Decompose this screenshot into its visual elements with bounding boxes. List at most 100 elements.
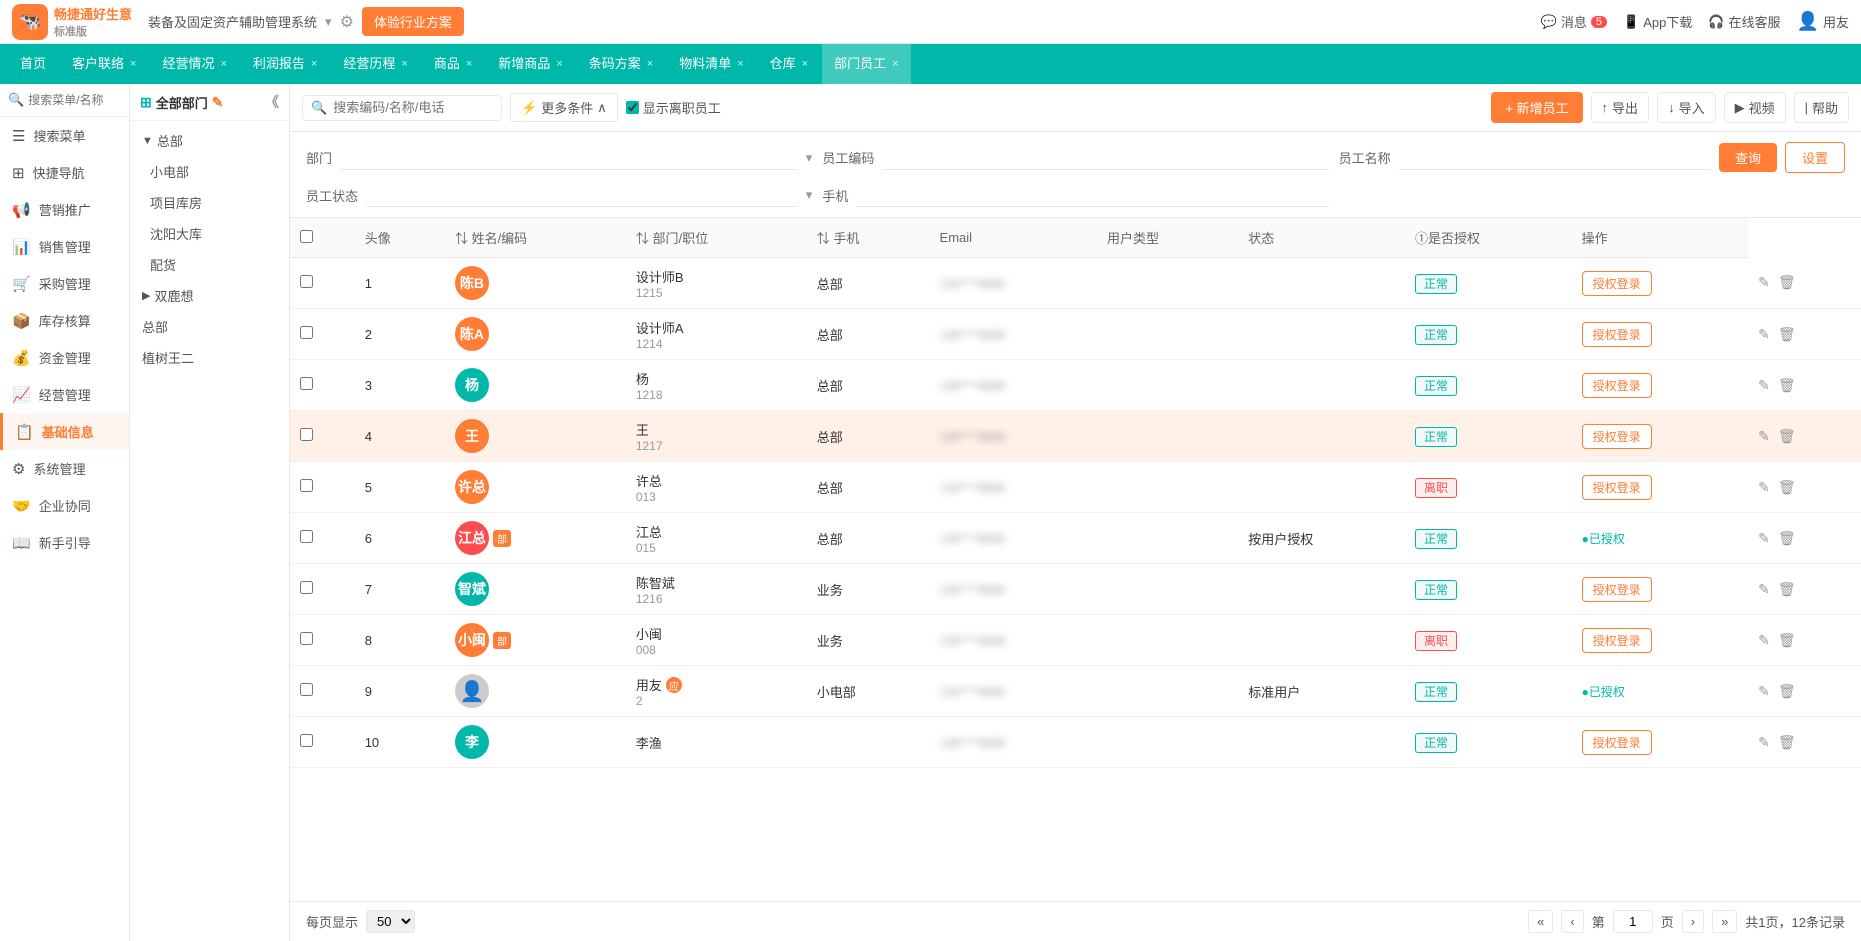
prev-page-btn[interactable]: ‹ (1561, 910, 1583, 933)
nav-tab-close-经营历程[interactable]: × (401, 44, 407, 84)
auth-btn-9[interactable]: 授权登录 (1582, 730, 1652, 755)
nav-tab-close-部门员工[interactable]: × (892, 44, 898, 84)
sidebar-item-基础信息[interactable]: 📋基础信息 (0, 413, 129, 450)
add-employee-btn[interactable]: + 新增员工 (1491, 92, 1582, 123)
edit-icon-4[interactable]: ✎ (1758, 479, 1770, 496)
row-checkbox-4[interactable] (300, 479, 313, 492)
dept-item-3[interactable]: 沈阳大库 (130, 218, 289, 249)
nav-tab-close-经营情况[interactable]: × (220, 44, 226, 84)
delete-icon-3[interactable]: 🗑 (1778, 428, 1796, 445)
nav-tab-首页[interactable]: 首页 (8, 44, 58, 84)
sidebar-item-新手引导[interactable]: 📖新手引导 (0, 524, 129, 561)
dept-edit-icon[interactable]: ✎ (212, 94, 224, 111)
sidebar-item-搜索菜单[interactable]: ☰搜索菜单 (0, 117, 129, 154)
query-btn[interactable]: 查询 (1719, 143, 1777, 172)
help-btn[interactable]: | 帮助 (1794, 92, 1849, 123)
edit-icon-3[interactable]: ✎ (1758, 428, 1770, 445)
employee-search-wrap[interactable]: 🔍 (302, 95, 502, 121)
filter-empcode-input[interactable] (882, 146, 1328, 170)
row-checkbox-7[interactable] (300, 632, 313, 645)
filter-empstatus-select[interactable] (366, 183, 798, 207)
delete-icon-1[interactable]: 🗑 (1778, 326, 1796, 343)
nav-tab-close-物料清单[interactable]: × (737, 44, 743, 84)
sidebar-item-快捷导航[interactable]: ⊞快捷导航 (0, 154, 129, 191)
row-checkbox-0[interactable] (300, 275, 313, 288)
show-resigned-wrap[interactable]: 显示离职员工 (626, 98, 721, 117)
sort-icon-3[interactable]: ⇅ (636, 231, 649, 246)
nav-tab-经营历程[interactable]: 经营历程× (331, 44, 419, 84)
dept-item-1[interactable]: 小电部 (130, 156, 289, 187)
nav-tab-close-客户联络[interactable]: × (130, 44, 136, 84)
sidebar-item-销售管理[interactable]: 📊销售管理 (0, 228, 129, 265)
sidebar-item-采购管理[interactable]: 🛒采购管理 (0, 265, 129, 302)
edit-icon-5[interactable]: ✎ (1758, 530, 1770, 547)
nav-tab-物料清单[interactable]: 物料清单× (667, 44, 755, 84)
row-checkbox-9[interactable] (300, 734, 313, 747)
dept-item-4[interactable]: 配货 (130, 249, 289, 280)
last-page-btn[interactable]: » (1712, 910, 1737, 933)
auth-btn-6[interactable]: 授权登录 (1582, 577, 1652, 602)
view-btn[interactable]: ▶ 视频 (1724, 92, 1786, 123)
next-page-btn[interactable]: › (1682, 910, 1704, 933)
dept-item-6[interactable]: 总部 (130, 311, 289, 342)
edit-icon-7[interactable]: ✎ (1758, 632, 1770, 649)
row-checkbox-3[interactable] (300, 428, 313, 441)
delete-icon-6[interactable]: 🗑 (1778, 581, 1796, 598)
edit-icon-0[interactable]: ✎ (1758, 274, 1770, 291)
delete-icon-8[interactable]: 🗑 (1778, 683, 1796, 700)
nav-tab-close-仓库[interactable]: × (802, 44, 808, 84)
dept-collapse-icon[interactable]: 《 (265, 92, 279, 112)
filter-phone-input[interactable] (856, 183, 1328, 207)
delete-icon-5[interactable]: 🗑 (1778, 530, 1796, 547)
sidebar-item-营销推广[interactable]: 📢营销推广 (0, 191, 129, 228)
edit-icon-6[interactable]: ✎ (1758, 581, 1770, 598)
row-checkbox-5[interactable] (300, 530, 313, 543)
dept-item-7[interactable]: 植树王二 (130, 342, 289, 373)
service-btn[interactable]: 🎧 在线客服 (1708, 12, 1780, 31)
export-btn[interactable]: ↑ 导出 (1591, 92, 1650, 123)
sort-icon-4[interactable]: ⇅ (817, 231, 830, 246)
row-checkbox-8[interactable] (300, 683, 313, 696)
sidebar-search[interactable]: 🔍 (0, 84, 129, 117)
sidebar-item-企业协同[interactable]: 🤝企业协同 (0, 487, 129, 524)
auth-btn-0[interactable]: 授权登录 (1582, 271, 1652, 296)
dept-item-5[interactable]: ▶双鹿想 (130, 280, 289, 311)
sidebar-item-库存核算[interactable]: 📦库存核算 (0, 302, 129, 339)
nav-tab-经营情况[interactable]: 经营情况× (150, 44, 238, 84)
nav-tab-close-条码方案[interactable]: × (647, 44, 653, 84)
first-page-btn[interactable]: « (1528, 910, 1553, 933)
auth-btn-2[interactable]: 授权登录 (1582, 373, 1652, 398)
auth-btn-7[interactable]: 授权登录 (1582, 628, 1652, 653)
nav-tab-close-商品[interactable]: × (466, 44, 472, 84)
filter-empname-input[interactable] (1399, 146, 1711, 170)
per-page-select[interactable]: 50 (366, 910, 415, 933)
delete-icon-2[interactable]: 🗑 (1778, 377, 1796, 394)
edit-icon-2[interactable]: ✎ (1758, 377, 1770, 394)
trial-btn[interactable]: 体验行业方案 (362, 7, 464, 36)
more-filter-btn[interactable]: ⚡ 更多条件 ∧ (510, 93, 618, 122)
delete-icon-9[interactable]: 🗑 (1778, 734, 1796, 751)
row-checkbox-1[interactable] (300, 326, 313, 339)
import-btn[interactable]: ↓ 导入 (1657, 92, 1716, 123)
nav-tab-close-利润报告[interactable]: × (311, 44, 317, 84)
select-all-checkbox[interactable] (300, 230, 313, 243)
delete-icon-7[interactable]: 🗑 (1778, 632, 1796, 649)
sidebar-item-经营管理[interactable]: 📈经营管理 (0, 376, 129, 413)
user-btn[interactable]: 👤 用友 (1797, 11, 1849, 32)
row-checkbox-6[interactable] (300, 581, 313, 594)
gear-icon[interactable]: ⚙ (340, 12, 354, 32)
filter-dept-select[interactable] (340, 146, 798, 170)
nav-tab-部门员工[interactable]: 部门员工× (822, 44, 910, 84)
sort-icon-2[interactable]: ⇅ (455, 231, 468, 246)
auth-btn-4[interactable]: 授权登录 (1582, 475, 1652, 500)
auth-btn-3[interactable]: 授权登录 (1582, 424, 1652, 449)
nav-tab-利润报告[interactable]: 利润报告× (241, 44, 329, 84)
edit-icon-1[interactable]: ✎ (1758, 326, 1770, 343)
edit-icon-8[interactable]: ✎ (1758, 683, 1770, 700)
msg-btn[interactable]: 💬 消息 5 (1541, 12, 1607, 31)
app-download-btn[interactable]: 📱 App下载 (1623, 12, 1692, 31)
dept-item-0[interactable]: ▼总部 (130, 125, 289, 156)
sidebar-item-资金管理[interactable]: 💰资金管理 (0, 339, 129, 376)
page-number-input[interactable] (1613, 910, 1653, 933)
nav-tab-商品[interactable]: 商品× (422, 44, 484, 84)
